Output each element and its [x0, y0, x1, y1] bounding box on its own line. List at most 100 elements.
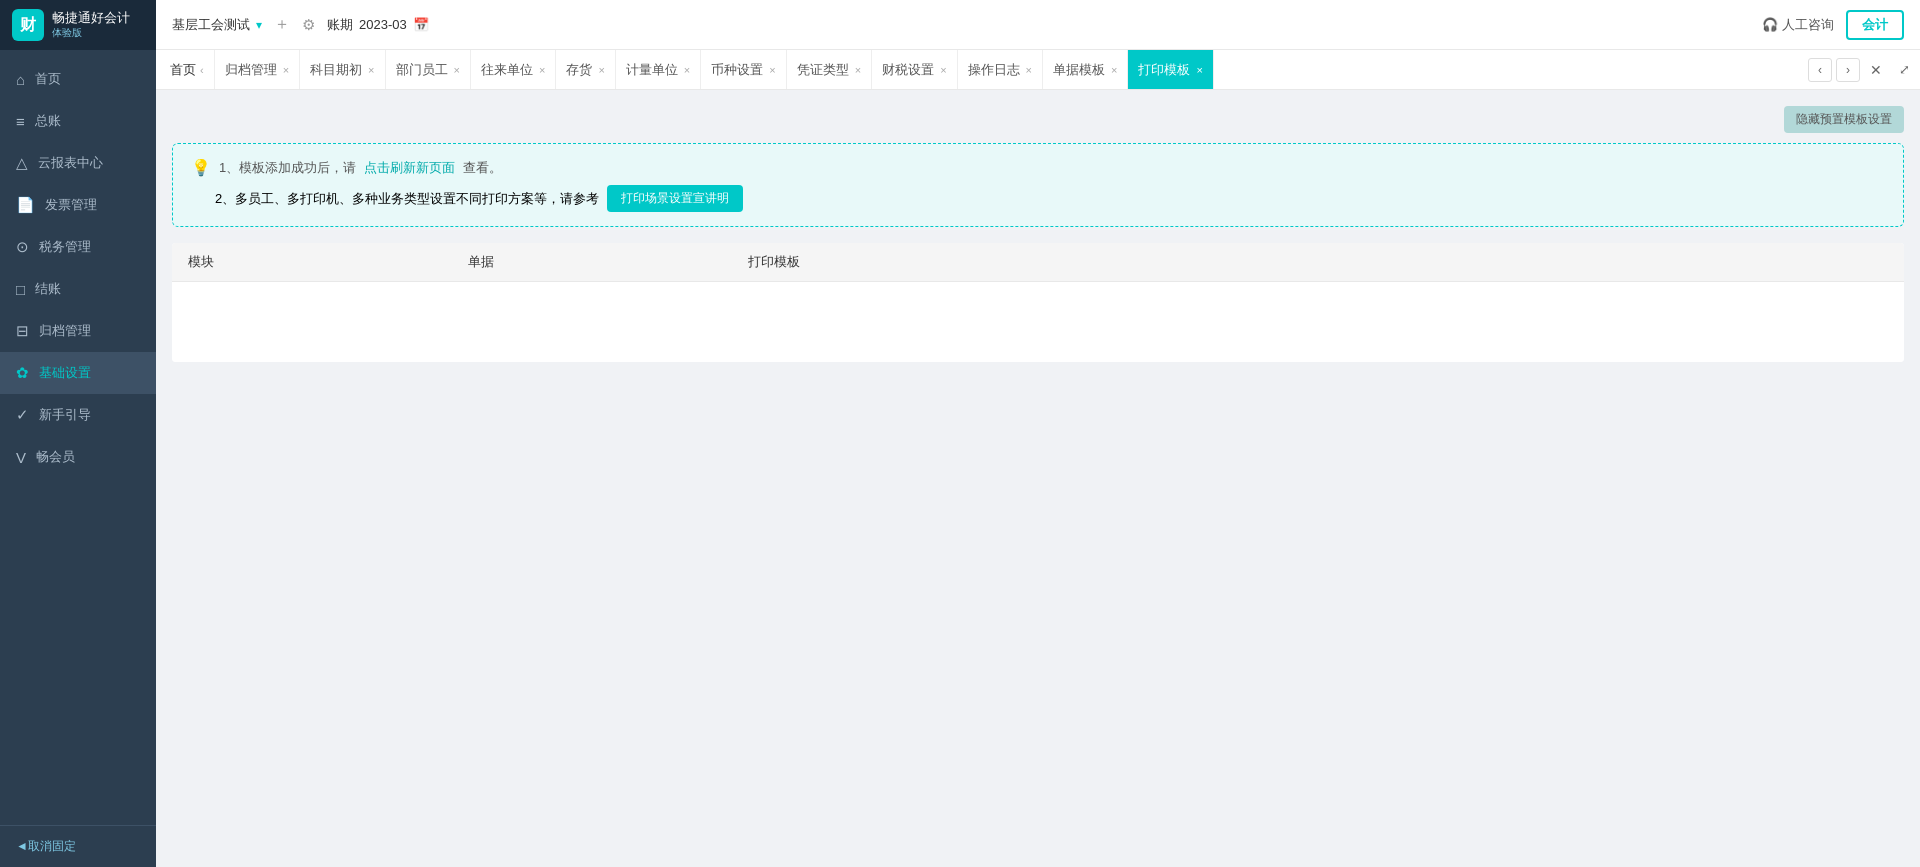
sidebar-item-vip[interactable]: V 畅会员 [0, 436, 156, 478]
notice-row-1: 💡 1、模板添加成功后，请 点击刷新新页面 查看。 [191, 158, 1885, 177]
sidebar-item-settle[interactable]: □ 结账 [0, 268, 156, 310]
hide-template-settings-button[interactable]: 隐藏预置模板设置 [1784, 106, 1904, 133]
tab-home[interactable]: 首页 ‹ [160, 50, 215, 90]
tab-subject-label: 科目期初 [310, 61, 362, 79]
tab-archive[interactable]: 归档管理 × [215, 50, 300, 90]
sidebar-item-label: 发票管理 [45, 196, 97, 214]
tab-print[interactable]: 打印模板 × [1128, 50, 1213, 90]
notice-line1-post: 查看。 [463, 159, 502, 177]
tab-close-all-button[interactable]: ✕ [1864, 58, 1888, 82]
sidebar-item-label: 新手引导 [39, 406, 91, 424]
sidebar-item-label: 结账 [35, 280, 61, 298]
tab-dept[interactable]: 部门员工 × [386, 50, 471, 90]
tax-icon: ⊙ [16, 238, 29, 256]
sidebar-item-invoice[interactable]: 📄 发票管理 [0, 184, 156, 226]
tab-template-close[interactable]: × [1111, 64, 1117, 76]
tab-dept-label: 部门员工 [396, 61, 448, 79]
sidebar-item-label: 畅会员 [36, 448, 75, 466]
main-area: 基层工会测试 ▾ ＋ ⚙ 账期 2023-03 📅 🎧 人工咨询 会计 首页 ‹… [156, 0, 1920, 867]
sidebar-footer-unpin[interactable]: ◄取消固定 [0, 825, 156, 867]
chevron-down-icon: ▾ [256, 18, 262, 32]
calendar-icon[interactable]: 📅 [413, 17, 429, 32]
sidebar-item-label: 税务管理 [39, 238, 91, 256]
logo-sub: 体验版 [52, 26, 130, 40]
logo-text: 畅捷通好会计 [52, 10, 130, 27]
tab-oplog[interactable]: 操作日志 × [958, 50, 1043, 90]
tab-template-label: 单据模板 [1053, 61, 1105, 79]
tabbar-right-buttons: ‹ › ✕ ⤢ [1808, 58, 1916, 82]
tab-expand-button[interactable]: ⤢ [1892, 58, 1916, 82]
tab-taxset-label: 财税设置 [882, 61, 934, 79]
tab-taxset[interactable]: 财税设置 × [872, 50, 957, 90]
sidebar-item-ledger[interactable]: ≡ 总账 [0, 100, 156, 142]
tab-inventory[interactable]: 存货 × [556, 50, 615, 90]
tab-currency[interactable]: 币种设置 × [701, 50, 786, 90]
period-value: 2023-03 [359, 17, 407, 32]
sidebar-item-guide[interactable]: ✓ 新手引导 [0, 394, 156, 436]
tab-taxset-close[interactable]: × [940, 64, 946, 76]
sidebar-item-label: 云报表中心 [38, 154, 103, 172]
sidebar-item-home[interactable]: ⌂ 首页 [0, 58, 156, 100]
tab-partner-label: 往来单位 [481, 61, 533, 79]
invoice-icon: 📄 [16, 196, 35, 214]
lightbulb-icon: 💡 [191, 158, 211, 177]
tab-home-arrow: ‹ [200, 64, 204, 76]
topbar-right: 🎧 人工咨询 会计 [1762, 10, 1904, 40]
tab-archive-close[interactable]: × [283, 64, 289, 76]
sidebar-item-label: 基础设置 [39, 364, 91, 382]
ledger-icon: ≡ [16, 113, 25, 130]
headset-icon: 🎧 [1762, 17, 1778, 32]
add-tab-button[interactable]: ＋ [274, 14, 290, 35]
tab-inventory-label: 存货 [566, 61, 592, 79]
sidebar-item-basic[interactable]: ✿ 基础设置 [0, 352, 156, 394]
tab-subject[interactable]: 科目期初 × [300, 50, 385, 90]
period-label: 账期 [327, 16, 353, 34]
tab-unit-close[interactable]: × [684, 64, 690, 76]
tab-print-close[interactable]: × [1196, 64, 1202, 76]
support-button[interactable]: 🎧 人工咨询 [1762, 16, 1834, 34]
tab-next-button[interactable]: › [1836, 58, 1860, 82]
sidebar: 财 畅捷通好会计 体验版 ⌂ 首页 ≡ 总账 △ 云报表中心 📄 发票管理 ⊙ … [0, 0, 156, 867]
content-area: 隐藏预置模板设置 💡 1、模板添加成功后，请 点击刷新新页面 查看。 2、多员工… [156, 90, 1920, 867]
tab-template[interactable]: 单据模板 × [1043, 50, 1128, 90]
tab-voucher-label: 凭证类型 [797, 61, 849, 79]
print-scene-button[interactable]: 打印场景设置宣讲明 [607, 185, 743, 212]
notice-box: 💡 1、模板添加成功后，请 点击刷新新页面 查看。 2、多员工、多打印机、多种业… [172, 143, 1904, 227]
tab-unit-label: 计量单位 [626, 61, 678, 79]
home-icon: ⌂ [16, 71, 25, 88]
notice-line2-pre: 2、多员工、多打印机、多种业务类型设置不同打印方案等，请参考 [215, 190, 599, 208]
report-icon: △ [16, 154, 28, 172]
data-table: 模块 单据 打印模板 [172, 243, 1904, 362]
sidebar-item-archive[interactable]: ⊟ 归档管理 [0, 310, 156, 352]
tab-dept-close[interactable]: × [454, 64, 460, 76]
tab-home-label: 首页 [170, 61, 196, 79]
tab-voucher-close[interactable]: × [855, 64, 861, 76]
tab-prev-button[interactable]: ‹ [1808, 58, 1832, 82]
support-label: 人工咨询 [1782, 16, 1834, 34]
sidebar-nav: ⌂ 首页 ≡ 总账 △ 云报表中心 📄 发票管理 ⊙ 税务管理 □ 结账 ⊟ 归… [0, 50, 156, 825]
notice-refresh-link[interactable]: 点击刷新新页面 [364, 159, 455, 177]
tab-unit[interactable]: 计量单位 × [616, 50, 701, 90]
sidebar-item-report[interactable]: △ 云报表中心 [0, 142, 156, 184]
tab-inventory-close[interactable]: × [598, 64, 604, 76]
sidebar-item-tax[interactable]: ⊙ 税务管理 [0, 226, 156, 268]
tab-voucher[interactable]: 凭证类型 × [787, 50, 872, 90]
settings-icon[interactable]: ⚙ [302, 16, 315, 34]
tab-partner[interactable]: 往来单位 × [471, 50, 556, 90]
guide-icon: ✓ [16, 406, 29, 424]
tab-oplog-close[interactable]: × [1026, 64, 1032, 76]
tab-currency-label: 币种设置 [711, 61, 763, 79]
table-header-print-template: 打印模板 [748, 253, 1888, 271]
company-name: 基层工会测试 [172, 16, 250, 34]
tab-print-label: 打印模板 [1138, 61, 1190, 79]
tab-subject-close[interactable]: × [368, 64, 374, 76]
tab-partner-close[interactable]: × [539, 64, 545, 76]
topbar: 基层工会测试 ▾ ＋ ⚙ 账期 2023-03 📅 🎧 人工咨询 会计 [156, 0, 1920, 50]
tabbar: 首页 ‹ 归档管理 × 科目期初 × 部门员工 × 往来单位 × 存货 × 计量… [156, 50, 1920, 90]
table-header-receipt: 单据 [468, 253, 748, 271]
tab-currency-close[interactable]: × [769, 64, 775, 76]
logo-icon: 财 [12, 9, 44, 41]
role-button[interactable]: 会计 [1846, 10, 1904, 40]
topbar-company[interactable]: 基层工会测试 ▾ [172, 16, 262, 34]
hide-template-btn-container: 隐藏预置模板设置 [172, 106, 1904, 133]
